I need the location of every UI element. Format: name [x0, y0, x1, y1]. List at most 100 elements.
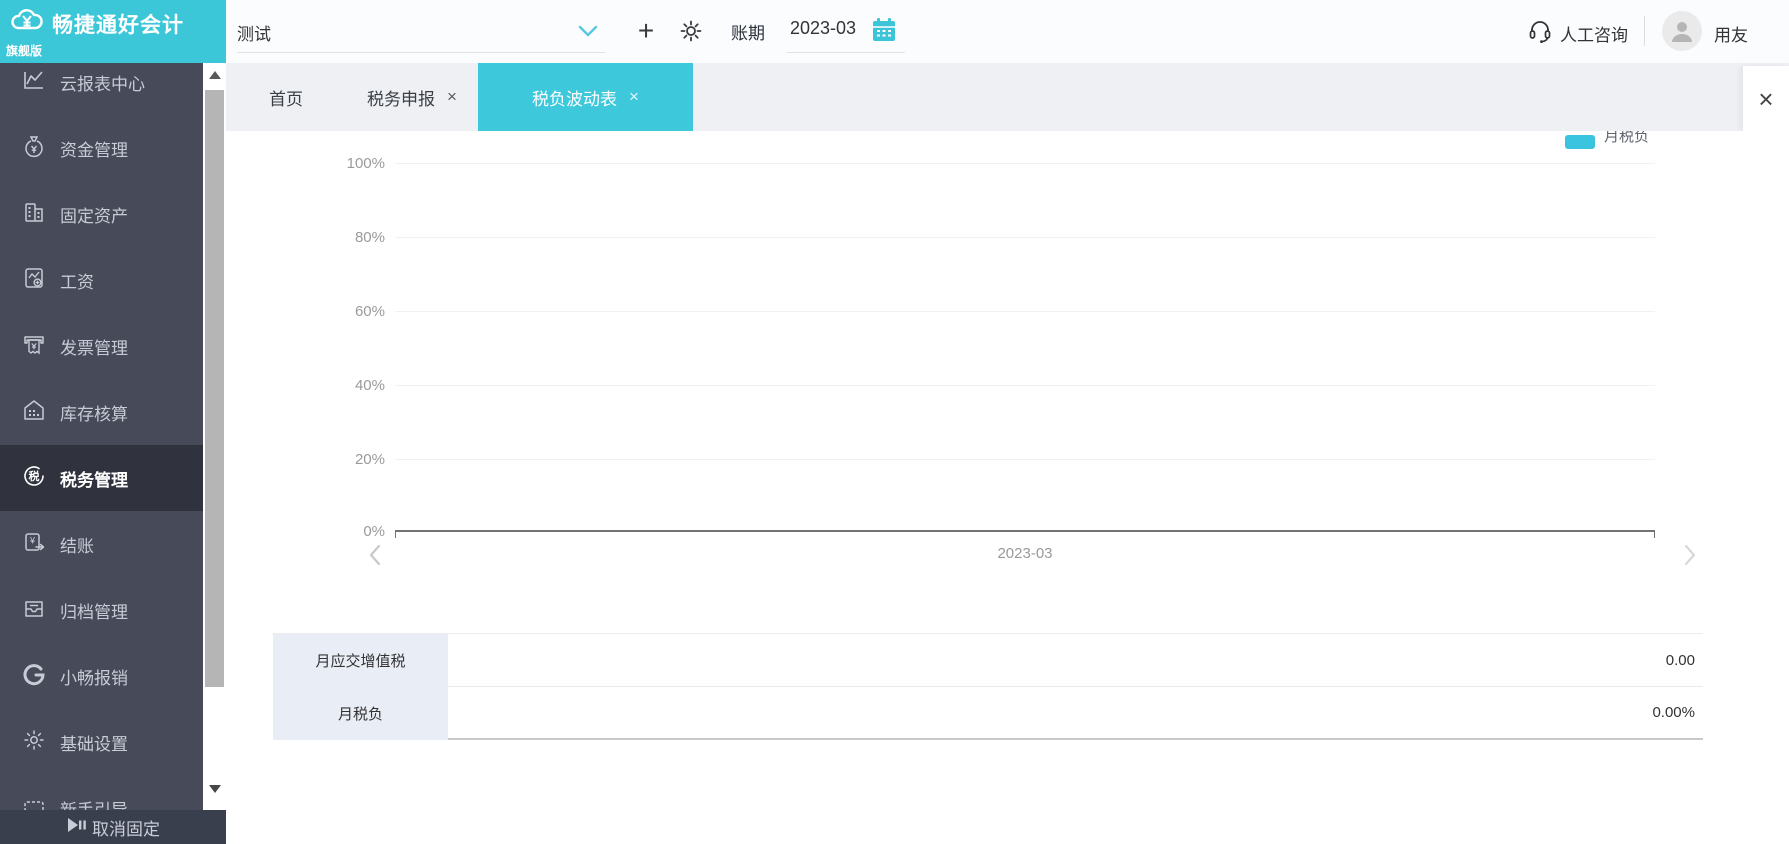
- sidebar-item-funds[interactable]: 资金管理: [0, 115, 203, 181]
- app-title: 畅捷通好会计: [52, 13, 184, 37]
- unpin-label: 取消固定: [92, 819, 160, 839]
- scroll-up-arrow-icon[interactable]: [209, 71, 221, 79]
- headset-icon: [1528, 18, 1552, 49]
- x-axis-tick: [395, 532, 396, 538]
- account-set-name[interactable]: 测试: [237, 20, 271, 45]
- unpin-sidebar-button[interactable]: 取消固定: [0, 810, 226, 844]
- y-axis-tick: 20%: [354, 451, 385, 468]
- tax-coin-icon: 税: [22, 464, 46, 493]
- invoice-icon: [22, 332, 46, 361]
- row-label: 月应交增值税: [273, 634, 448, 687]
- scroll-down-arrow-icon[interactable]: [209, 785, 221, 793]
- tab-home[interactable]: 首页: [226, 63, 346, 131]
- user-avatar[interactable]: [1662, 11, 1702, 51]
- x-axis-line: [395, 530, 1655, 532]
- top-bar: 畅捷通好会计 旗舰版 测试 + 账期 2023-03 人工咨询 用友: [0, 0, 1789, 63]
- account-underline: [237, 52, 605, 53]
- chevron-down-icon[interactable]: [578, 24, 598, 42]
- topbar-divider: [1644, 16, 1645, 46]
- table-row: 月税负 0.00%: [273, 687, 1703, 740]
- sidebar-item-archive[interactable]: 归档管理: [0, 577, 203, 643]
- tab-close-icon[interactable]: ×: [629, 87, 639, 107]
- tab-label: 首页: [269, 89, 303, 109]
- sidebar-item-label: 工资: [60, 272, 94, 292]
- sidebar-item-xiaochang-expense[interactable]: 小畅报销: [0, 643, 203, 709]
- xiaochang-logo-icon: [22, 662, 46, 691]
- gridline: [395, 163, 1655, 164]
- tax-summary-table: 月应交增值税 0.00 月税负 0.00%: [273, 633, 1703, 740]
- sidebar-item-label: 税务管理: [60, 470, 128, 490]
- collapse-pin-icon: [66, 816, 88, 839]
- table-row: 月应交增值税 0.00: [273, 634, 1703, 687]
- sidebar-item-tax-management[interactable]: 税 税务管理: [0, 445, 203, 511]
- row-value: 0.00%: [448, 687, 1703, 740]
- sidebar-item-closing[interactable]: ¥ 结账: [0, 511, 203, 577]
- tab-bar: 首页 税务申报 × 税负波动表 × ×: [226, 63, 1789, 132]
- report-chart-icon: [22, 68, 46, 97]
- period-label: 账期: [731, 24, 765, 43]
- sidebar-item-invoices[interactable]: 发票管理: [0, 313, 203, 379]
- sidebar-item-label: 云报表中心: [60, 74, 145, 94]
- sidebar-scrollbar[interactable]: [203, 63, 226, 810]
- tax-fluctuation-panel: 月税负 100% 80% 60% 40% 20% 0% 2023-03 月应交增…: [226, 131, 1789, 844]
- calendar-icon[interactable]: [871, 17, 897, 48]
- legend-label: 月税负: [1604, 131, 1650, 145]
- tab-close-icon[interactable]: ×: [447, 87, 457, 107]
- period-value[interactable]: 2023-03: [790, 18, 856, 39]
- sidebar-item-payroll[interactable]: 工资: [0, 247, 203, 313]
- user-name[interactable]: 用友: [1714, 21, 1748, 46]
- y-axis-tick: 0%: [363, 523, 385, 540]
- y-axis-tick: 100%: [346, 155, 385, 172]
- y-axis-tick: 40%: [354, 377, 385, 394]
- sidebar-item-label: 固定资产: [60, 206, 128, 226]
- gridline: [395, 459, 1655, 460]
- sidebar: 云报表中心 资金管理 固定资产 工资 发票管理 库存核算 税 税务管理 ¥ 结账…: [0, 63, 226, 844]
- tab-label: 税务申报: [367, 89, 436, 109]
- tab-tax-filing[interactable]: 税务申报 ×: [346, 63, 478, 131]
- add-button[interactable]: +: [633, 16, 659, 46]
- close-panel-button[interactable]: ×: [1743, 66, 1789, 132]
- tab-label: 税负波动表: [532, 89, 618, 109]
- sidebar-item-label: 归档管理: [60, 602, 128, 622]
- app-edition-label: 旗舰版: [6, 44, 43, 58]
- row-label: 月税负: [273, 687, 448, 740]
- x-axis-label: 2023-03: [997, 545, 1053, 562]
- sidebar-item-label: 小畅报销: [60, 668, 128, 688]
- sidebar-item-basic-settings[interactable]: 基础设置: [0, 709, 203, 775]
- brand-logo: 畅捷通好会计 旗舰版: [0, 0, 226, 63]
- sidebar-item-inventory[interactable]: 库存核算: [0, 379, 203, 445]
- sidebar-item-label: 库存核算: [60, 404, 128, 424]
- chart-prev-arrow-icon[interactable]: [367, 543, 383, 572]
- sidebar-item-label: 基础设置: [60, 734, 128, 754]
- live-support-label: 人工咨询: [1560, 26, 1628, 45]
- chart-legend[interactable]: 月税负: [1565, 131, 1649, 149]
- gridline: [395, 237, 1655, 238]
- svg-text:税: 税: [29, 469, 40, 483]
- tab-tax-fluctuation-active[interactable]: 税负波动表 ×: [478, 63, 693, 131]
- settings-gear-icon[interactable]: [678, 18, 704, 49]
- money-bag-icon: [22, 134, 46, 163]
- gridline: [395, 311, 1655, 312]
- scrollbar-thumb[interactable]: [205, 90, 224, 687]
- salary-sheet-icon: [22, 266, 46, 295]
- building-icon: [22, 200, 46, 229]
- close-books-icon: ¥: [22, 530, 46, 559]
- sidebar-item-label: 资金管理: [60, 140, 128, 160]
- y-axis-tick: 80%: [354, 229, 385, 246]
- sidebar-item-label: 结账: [60, 536, 94, 556]
- sidebar-menu: 云报表中心 资金管理 固定资产 工资 发票管理 库存核算 税 税务管理 ¥ 结账…: [0, 63, 203, 841]
- live-support-button[interactable]: 人工咨询: [1528, 18, 1628, 49]
- x-axis-tick: [1654, 532, 1655, 538]
- gear-icon: [22, 728, 46, 757]
- row-value: 0.00: [448, 634, 1703, 687]
- gridline: [395, 385, 1655, 386]
- svg-text:¥: ¥: [29, 535, 36, 545]
- y-axis-tick: 60%: [354, 303, 385, 320]
- sidebar-item-label: 发票管理: [60, 338, 128, 358]
- app-window: 畅捷通好会计 旗舰版 测试 + 账期 2023-03 人工咨询 用友 首页 税务…: [0, 0, 1789, 844]
- sidebar-item-cloud-reports[interactable]: 云报表中心: [0, 63, 203, 115]
- warehouse-icon: [22, 398, 46, 427]
- sidebar-item-fixed-assets[interactable]: 固定资产: [0, 181, 203, 247]
- close-icon: ×: [1758, 83, 1774, 114]
- chart-next-arrow-icon[interactable]: [1682, 543, 1698, 572]
